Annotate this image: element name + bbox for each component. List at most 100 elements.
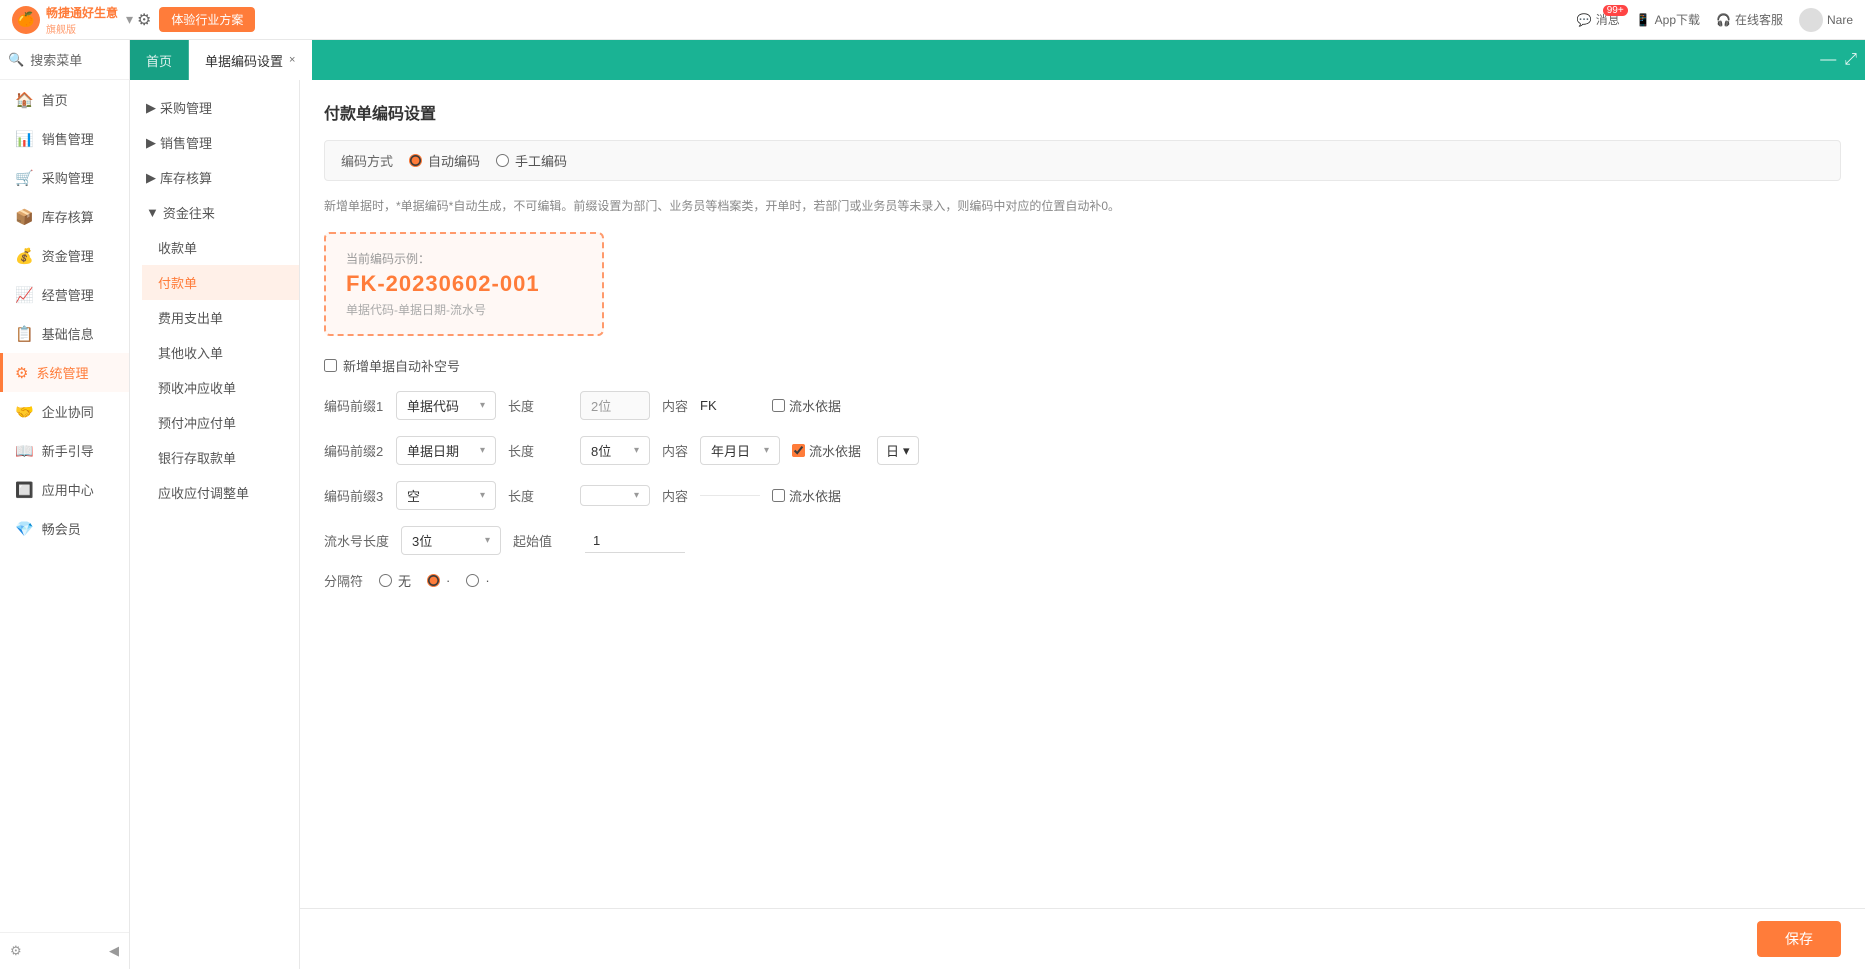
top-bar-right: 💬 消息 99+ 📱 App下载 🎧 在线客服 Nare xyxy=(1577,8,1853,32)
sub-sidebar-item-prepaid-receivable[interactable]: 预收冲应收单 xyxy=(142,370,299,405)
tab-close-icon[interactable]: × xyxy=(289,54,295,66)
preview-box: 当前编码示例： FK-20230602-001 单据代码-单据日期-流水号 xyxy=(324,232,604,336)
serial3-label[interactable]: 流水依据 xyxy=(789,486,841,505)
serial1-check[interactable]: 流水依据 xyxy=(772,396,841,415)
info-text: 新增单据时，*单据编码*自动生成，不可编辑。前缀设置为部门、业务员等档案类，开单… xyxy=(324,197,1841,216)
tab-encoding-settings[interactable]: 单据编码设置 × xyxy=(189,40,312,80)
sub-sidebar-group-purchase[interactable]: ▶ 采购管理 xyxy=(130,90,299,125)
auto-encode-radio[interactable]: 自动编码 xyxy=(409,151,480,170)
sub-sidebar-item-payment[interactable]: 付款单 xyxy=(142,265,299,300)
app-download-btn[interactable]: 📱 App下载 xyxy=(1636,11,1700,28)
serial-length-row: 流水号长度 3位 ▾ 起始值 1 xyxy=(324,526,1841,555)
sidebar-item-finance[interactable]: 💰 资金管理 xyxy=(0,236,129,275)
auto-fill-label[interactable]: 新增单据自动补空号 xyxy=(343,356,460,375)
prefix2-arrow: ▾ xyxy=(480,445,485,456)
separator-dot2[interactable]: · xyxy=(466,573,489,588)
content3-value xyxy=(700,495,760,496)
prefix1-label: 编码前缀1 xyxy=(324,396,384,415)
length3-select[interactable]: ▾ xyxy=(580,485,650,506)
content1-value: FK xyxy=(700,398,760,413)
inventory-icon: 📦 xyxy=(15,208,34,226)
serial2-checkbox[interactable] xyxy=(792,444,805,457)
sep-dot1-radio[interactable] xyxy=(427,574,440,587)
prefix1-select[interactable]: 单据代码 ▾ xyxy=(396,391,496,420)
member-icon: 💎 xyxy=(15,520,34,538)
manual-encode-input[interactable] xyxy=(496,154,509,167)
sub-sidebar: ▶ 采购管理 ▶ 销售管理 ▶ 库存核算 ▼ 资金往来 收款单 xyxy=(130,80,300,969)
length2-select[interactable]: 8位 ▾ xyxy=(580,436,650,465)
sidebar-nav: 🏠 首页 📊 销售管理 🛒 采购管理 📦 库存核算 💰 资金管理 📈 经 xyxy=(0,80,129,932)
sidebar-item-home[interactable]: 🏠 首页 xyxy=(0,80,129,119)
sub-sidebar-item-prepaid-payable[interactable]: 预付冲应付单 xyxy=(142,405,299,440)
auto-encode-label[interactable]: 自动编码 xyxy=(428,151,480,170)
sub-sidebar-item-other-income[interactable]: 其他收入单 xyxy=(142,335,299,370)
sidebar-item-sales[interactable]: 📊 销售管理 xyxy=(0,119,129,158)
serial1-label[interactable]: 流水依据 xyxy=(789,396,841,415)
content3-label: 内容 xyxy=(662,486,688,505)
sub-sidebar-group-finance[interactable]: ▼ 资金往来 xyxy=(130,195,299,230)
sub-sidebar-item-bank[interactable]: 银行存取款单 xyxy=(142,440,299,475)
content2-arrow: ▾ xyxy=(764,445,769,456)
online-service-btn[interactable]: 🎧 在线客服 xyxy=(1716,11,1783,28)
sidebar-item-apps[interactable]: 🔲 应用中心 xyxy=(0,470,129,509)
serial3-check[interactable]: 流水依据 xyxy=(772,486,841,505)
sidebar-item-system[interactable]: ⚙ 系统管理 xyxy=(0,353,129,392)
settings-icon[interactable]: ⚙ xyxy=(137,10,151,30)
serial2-check[interactable]: 流水依据 xyxy=(792,441,861,460)
sep-none-radio[interactable] xyxy=(379,574,392,587)
sub-sidebar-group-inventory[interactable]: ▶ 库存核算 xyxy=(130,160,299,195)
day-select[interactable]: 日 ▾ xyxy=(877,436,919,465)
footer-settings-icon[interactable]: ⚙ xyxy=(10,943,22,959)
message-icon: 💬 xyxy=(1577,13,1592,27)
separator-dot1[interactable]: · xyxy=(427,573,450,588)
tab-expand-btn[interactable]: ⤢ xyxy=(1844,51,1857,69)
separator-none[interactable]: 无 xyxy=(379,571,411,590)
sub-sidebar-group-sales[interactable]: ▶ 销售管理 xyxy=(130,125,299,160)
prefix1-arrow: ▾ xyxy=(480,400,485,411)
sep-dot2-label[interactable]: · xyxy=(485,573,489,588)
length2-arrow: ▾ xyxy=(634,445,639,456)
user-avatar[interactable]: Nare xyxy=(1799,8,1853,32)
purchase-expand-icon: ▶ xyxy=(146,100,156,116)
sub-sidebar-item-expense[interactable]: 费用支出单 xyxy=(142,300,299,335)
sidebar-item-guide[interactable]: 📖 新手引导 xyxy=(0,431,129,470)
tab-collapse-btn[interactable]: — xyxy=(1820,51,1836,69)
serial3-checkbox[interactable] xyxy=(772,489,785,502)
logo-icon: 🍊 xyxy=(12,6,40,34)
sidebar-item-member[interactable]: 💎 畅会员 xyxy=(0,509,129,548)
sidebar-item-operation[interactable]: 📈 经营管理 xyxy=(0,275,129,314)
content2-select[interactable]: 年月日 ▾ xyxy=(700,436,780,465)
auto-fill-checkbox[interactable] xyxy=(324,359,337,372)
sep-dot2-radio[interactable] xyxy=(466,574,479,587)
sub-sidebar-item-adjustment[interactable]: 应收应付调整单 xyxy=(142,475,299,510)
nav-dropdown-arrow[interactable]: ▾ xyxy=(126,11,133,28)
serial1-checkbox[interactable] xyxy=(772,399,785,412)
sidebar-item-enterprise[interactable]: 🤝 企业协同 xyxy=(0,392,129,431)
trial-btn[interactable]: 体验行业方案 xyxy=(159,7,255,32)
footer-collapse-icon[interactable]: ◀ xyxy=(109,943,119,959)
sidebar-item-basic[interactable]: 📋 基础信息 xyxy=(0,314,129,353)
prefix2-select[interactable]: 单据日期 ▾ xyxy=(396,436,496,465)
tab-home[interactable]: 首页 xyxy=(130,40,189,80)
form-footer: 保存 xyxy=(300,908,1865,969)
serial-length-select[interactable]: 3位 ▾ xyxy=(401,526,501,555)
start-value-input[interactable]: 1 xyxy=(585,529,685,553)
auto-encode-input[interactable] xyxy=(409,154,422,167)
operation-icon: 📈 xyxy=(15,286,34,304)
preview-hint: 单据代码-单据日期-流水号 xyxy=(346,301,582,318)
logo: 🍊 畅捷通好生意 旗舰版 xyxy=(12,4,118,36)
prefix3-select[interactable]: 空 ▾ xyxy=(396,481,496,510)
sub-sidebar-item-receipt[interactable]: 收款单 xyxy=(142,230,299,265)
save-button[interactable]: 保存 xyxy=(1757,921,1841,957)
sep-dot1-label[interactable]: · xyxy=(446,573,450,588)
separator-label: 分隔符 xyxy=(324,571,363,590)
manual-encode-radio[interactable]: 手工编码 xyxy=(496,151,567,170)
sep-none-label[interactable]: 无 xyxy=(398,571,411,590)
message-btn[interactable]: 💬 消息 99+ xyxy=(1577,11,1620,28)
sidebar-item-inventory[interactable]: 📦 库存核算 xyxy=(0,197,129,236)
sidebar-item-purchase[interactable]: 🛒 采购管理 xyxy=(0,158,129,197)
serial2-label[interactable]: 流水依据 xyxy=(809,441,861,460)
sidebar-search[interactable]: 🔍 搜索菜单 xyxy=(0,40,129,80)
field-row-2: 编码前缀2 单据日期 ▾ 长度 8位 ▾ 内容 年月日 xyxy=(324,436,1841,465)
manual-encode-label[interactable]: 手工编码 xyxy=(515,151,567,170)
